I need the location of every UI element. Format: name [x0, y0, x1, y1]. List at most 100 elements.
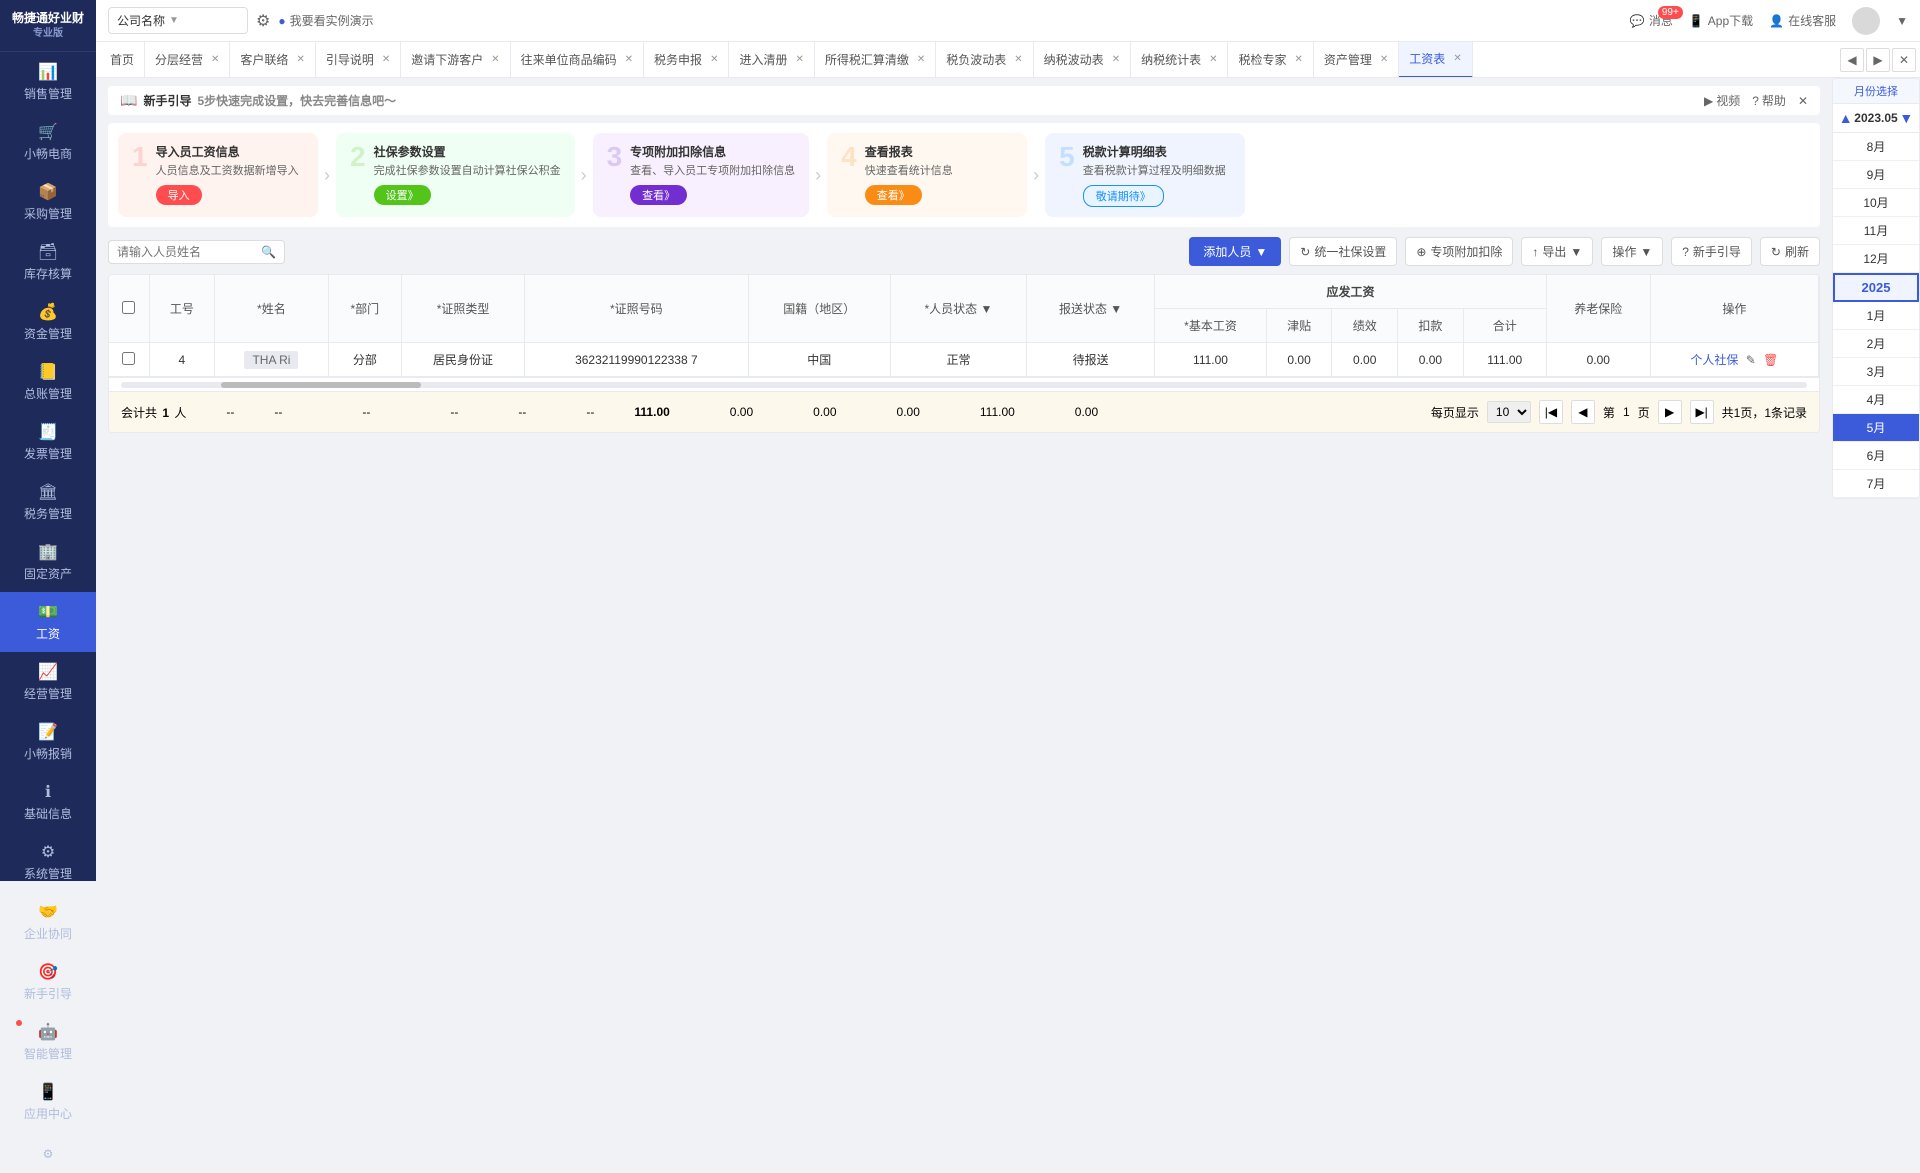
- action-btn[interactable]: 操作 ▼: [1601, 237, 1663, 266]
- tab-tax-declaration[interactable]: 税务申报 ✕: [644, 42, 729, 78]
- month-down-btn[interactable]: ▼: [1898, 108, 1915, 128]
- close-icon[interactable]: ✕: [917, 54, 925, 65]
- tab-asset-mgmt[interactable]: 资产管理 ✕: [1314, 42, 1399, 78]
- sidebar-item-operations[interactable]: 📈 经营管理: [0, 652, 96, 712]
- tab-tax-fluctuation[interactable]: 纳税波动表 ✕: [1034, 42, 1131, 78]
- sidebar-item-sales[interactable]: 📊 销售管理: [0, 52, 96, 112]
- sidebar-item-basic-info[interactable]: ℹ 基础信息: [0, 772, 96, 832]
- close-icon[interactable]: ✕: [710, 54, 718, 65]
- step-3-view-btn[interactable]: 查看》: [630, 185, 687, 205]
- tab-tax-stats[interactable]: 纳税统计表 ✕: [1131, 42, 1228, 78]
- sidebar-item-invoice[interactable]: 🧾 发票管理: [0, 412, 96, 472]
- step-5-wait-btn[interactable]: 敬请期待》: [1083, 185, 1164, 207]
- social-insurance-btn[interactable]: ↻ 统一社保设置: [1289, 237, 1397, 266]
- month-item-3[interactable]: 3月: [1833, 358, 1919, 386]
- sidebar-item-guide[interactable]: 🎯 新手引导: [0, 952, 96, 1012]
- month-item-12[interactable]: 12月: [1833, 245, 1919, 273]
- edit-icon[interactable]: ✎: [1746, 353, 1756, 367]
- sidebar-item-ai[interactable]: 🤖 智能管理: [0, 1012, 96, 1072]
- online-service-button[interactable]: 👤 在线客服: [1769, 12, 1836, 29]
- last-page-btn[interactable]: ▶|: [1690, 400, 1714, 424]
- month-item-10[interactable]: 10月: [1833, 189, 1919, 217]
- special-deduction-btn[interactable]: ⊕ 专项附加扣除: [1405, 237, 1513, 266]
- month-item-4[interactable]: 4月: [1833, 386, 1919, 414]
- month-up-btn[interactable]: ▲: [1837, 108, 1854, 128]
- month-item-6[interactable]: 6月: [1833, 442, 1919, 470]
- tab-income-tax[interactable]: 所得税汇算清缴 ✕: [815, 42, 936, 78]
- year-item-2025[interactable]: 2025: [1833, 273, 1919, 302]
- sidebar-item-purchase[interactable]: 📦 采购管理: [0, 172, 96, 232]
- sidebar-settings[interactable]: ⚙: [0, 1132, 96, 1173]
- delete-icon[interactable]: 🗑: [1763, 353, 1778, 367]
- action-link[interactable]: 个人社保: [1690, 353, 1738, 367]
- tab-guide[interactable]: 引导说明 ✕: [316, 42, 401, 78]
- sidebar-item-system[interactable]: ⚙ 系统管理: [0, 832, 96, 892]
- close-icon[interactable]: ✕: [1112, 54, 1120, 65]
- close-guide-btn[interactable]: ✕: [1798, 94, 1808, 108]
- prev-page-btn[interactable]: ◀: [1571, 400, 1595, 424]
- sidebar-item-expense[interactable]: 📝 小畅报销: [0, 712, 96, 772]
- sidebar-item-assets[interactable]: 🏢 固定资产: [0, 532, 96, 592]
- row-checkbox[interactable]: [122, 352, 135, 365]
- export-btn[interactable]: ↑ 导出 ▼: [1521, 237, 1593, 266]
- sidebar-item-ecommerce[interactable]: 🛒 小畅电商: [0, 112, 96, 172]
- user-menu[interactable]: ▼: [1896, 14, 1908, 28]
- month-item-2[interactable]: 2月: [1833, 330, 1919, 358]
- help-link[interactable]: ? 帮助: [1752, 92, 1786, 109]
- per-page-select[interactable]: 10 20 50: [1487, 401, 1531, 423]
- month-item-9[interactable]: 9月: [1833, 161, 1919, 189]
- scroll-thumb[interactable]: [221, 382, 421, 388]
- tab-clearance[interactable]: 进入清册 ✕: [729, 42, 814, 78]
- month-item-11[interactable]: 11月: [1833, 217, 1919, 245]
- step-2-settings-btn[interactable]: 设置》: [374, 185, 431, 205]
- message-button[interactable]: 💬 消息 99+: [1630, 12, 1673, 29]
- app-download-button[interactable]: 📱 App下载: [1689, 12, 1753, 29]
- sidebar-item-inventory[interactable]: 🗃 库存核算: [0, 232, 96, 292]
- tab-invite-downstream[interactable]: 邀请下游客户 ✕: [401, 42, 510, 78]
- tab-customer-contact[interactable]: 客户联络 ✕: [230, 42, 315, 78]
- search-icon[interactable]: 🔍: [261, 245, 276, 259]
- horizontal-scrollbar[interactable]: [109, 377, 1819, 391]
- close-icon[interactable]: ✕: [382, 54, 390, 65]
- refresh-btn[interactable]: ↻ 刷新: [1760, 237, 1820, 266]
- sidebar-item-cooperation[interactable]: 🤝 企业协同: [0, 892, 96, 952]
- select-all-checkbox[interactable]: [122, 301, 135, 314]
- close-icon[interactable]: ✕: [491, 54, 499, 65]
- next-page-btn[interactable]: ▶: [1658, 400, 1682, 424]
- tab-salary-sheet[interactable]: 工资表 ✕: [1399, 42, 1472, 78]
- sidebar-item-salary[interactable]: 💵 工资: [0, 592, 96, 652]
- close-icon[interactable]: ✕: [1209, 54, 1217, 65]
- close-icon[interactable]: ✕: [795, 54, 803, 65]
- demo-button[interactable]: ● 我要看实例演示: [278, 12, 373, 29]
- step-1-import-btn[interactable]: 导入: [156, 185, 202, 205]
- sidebar-item-app-center[interactable]: 📱 应用中心: [0, 1072, 96, 1132]
- close-icon[interactable]: ✕: [296, 54, 304, 65]
- close-icon[interactable]: ✕: [625, 54, 633, 65]
- close-icon[interactable]: ✕: [1453, 53, 1461, 64]
- close-icon[interactable]: ✕: [1295, 54, 1303, 65]
- sidebar-item-finance[interactable]: 💰 资金管理: [0, 292, 96, 352]
- settings-gear-icon[interactable]: ⚙: [256, 11, 270, 31]
- month-item-5[interactable]: 5月: [1833, 414, 1919, 442]
- close-icon[interactable]: ✕: [211, 54, 219, 65]
- month-item-1[interactable]: 1月: [1833, 302, 1919, 330]
- sidebar-item-tax[interactable]: 🏛 税务管理: [0, 472, 96, 532]
- tab-close-all-btn[interactable]: ✕: [1892, 48, 1916, 72]
- video-link[interactable]: ▶ 视频: [1704, 92, 1740, 109]
- company-selector[interactable]: 公司名称 ▼: [108, 7, 248, 34]
- tab-layered-ops[interactable]: 分层经营 ✕: [145, 42, 230, 78]
- tab-next-btn[interactable]: ▶: [1866, 48, 1890, 72]
- tab-item-codes[interactable]: 往来单位商品编码 ✕: [511, 42, 644, 78]
- first-page-btn[interactable]: |◀: [1539, 400, 1563, 424]
- close-icon[interactable]: ✕: [1380, 54, 1388, 65]
- month-item-7[interactable]: 7月: [1833, 470, 1919, 498]
- new-guide-btn[interactable]: ? 新手引导: [1671, 237, 1752, 266]
- search-input[interactable]: [117, 245, 257, 259]
- month-item-8[interactable]: 8月: [1833, 133, 1919, 161]
- add-employee-button[interactable]: 添加人员 ▼: [1189, 237, 1281, 266]
- tab-home[interactable]: 首页: [100, 42, 145, 78]
- sidebar-item-ledger[interactable]: 📒 总账管理: [0, 352, 96, 412]
- tab-prev-btn[interactable]: ◀: [1840, 48, 1864, 72]
- user-avatar[interactable]: [1852, 7, 1880, 35]
- tab-tax-expert[interactable]: 税检专家 ✕: [1228, 42, 1313, 78]
